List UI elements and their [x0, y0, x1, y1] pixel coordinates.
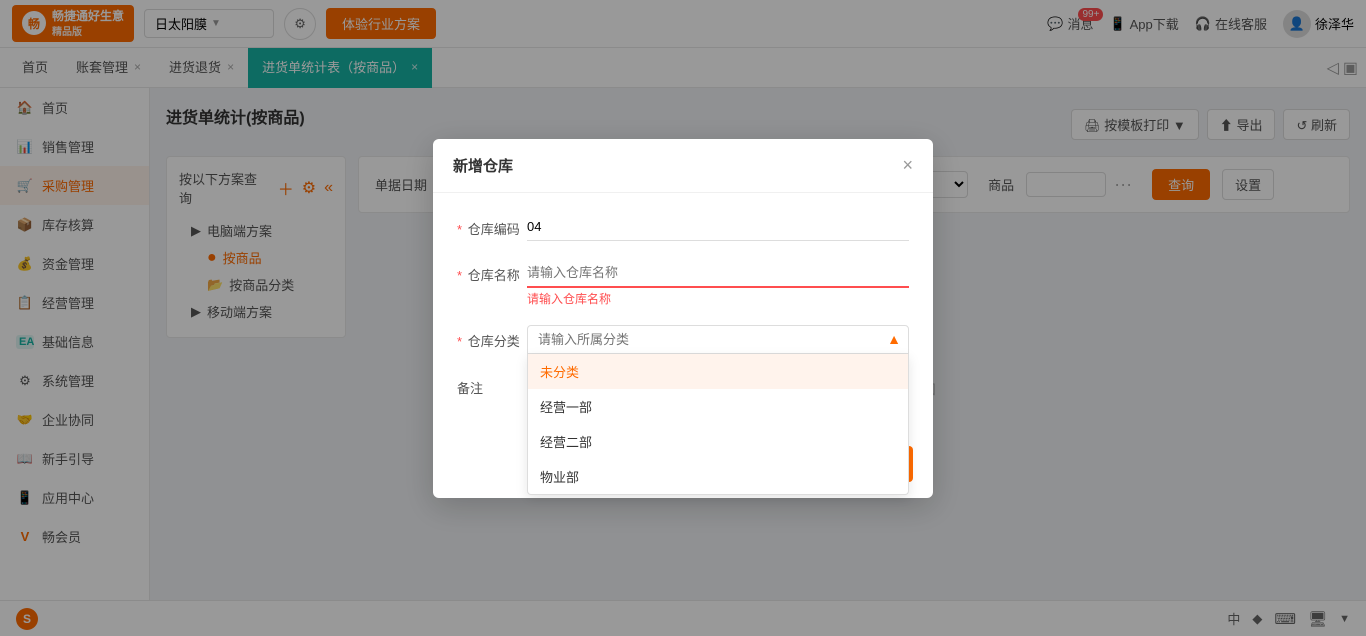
name-label: * 仓库名称 — [457, 259, 527, 284]
dropdown-item-3[interactable]: 物业部 — [528, 459, 908, 494]
warehouse-code-input[interactable] — [527, 213, 909, 241]
modal-header: 新增仓库 × — [433, 139, 933, 193]
code-input-wrap — [527, 213, 909, 241]
category-label: * 仓库分类 — [457, 325, 527, 350]
dropdown-item-1[interactable]: 经营一部 — [528, 389, 908, 424]
form-row-category: * 仓库分类 ▲ 未分类 经营一部 经营二部 物业部 — [457, 325, 909, 354]
modal-title: 新增仓库 — [453, 155, 513, 176]
modal-close-button[interactable]: × — [902, 155, 913, 176]
category-dropdown-list: 未分类 经营一部 经营二部 物业部 — [527, 354, 909, 495]
form-row-name: * 仓库名称 请输入仓库名称 — [457, 259, 909, 307]
modal-body: * 仓库编码 * 仓库名称 请输入仓库名称 — [433, 193, 933, 434]
dropdown-item-0[interactable]: 未分类 — [528, 354, 908, 389]
warehouse-name-input[interactable] — [527, 259, 909, 288]
name-input-wrap: 请输入仓库名称 — [527, 259, 909, 307]
name-error-msg: 请输入仓库名称 — [527, 290, 909, 307]
modal-add-warehouse: 新增仓库 × * 仓库编码 * 仓库名称 — [433, 139, 933, 498]
modal-overlay: 新增仓库 × * 仓库编码 * 仓库名称 — [0, 0, 1366, 636]
form-row-code: * 仓库编码 — [457, 213, 909, 241]
dropdown-item-2[interactable]: 经营二部 — [528, 424, 908, 459]
code-label: * 仓库编码 — [457, 213, 527, 238]
category-select-wrap: ▲ 未分类 经营一部 经营二部 物业部 — [527, 325, 909, 354]
required-star-cat: * — [457, 334, 462, 349]
remark-label: 备注 — [457, 372, 527, 397]
category-input[interactable] — [527, 325, 909, 354]
required-star: * — [457, 222, 462, 237]
category-dropdown-arrow[interactable]: ▲ — [879, 325, 909, 354]
required-star-name: * — [457, 268, 462, 283]
